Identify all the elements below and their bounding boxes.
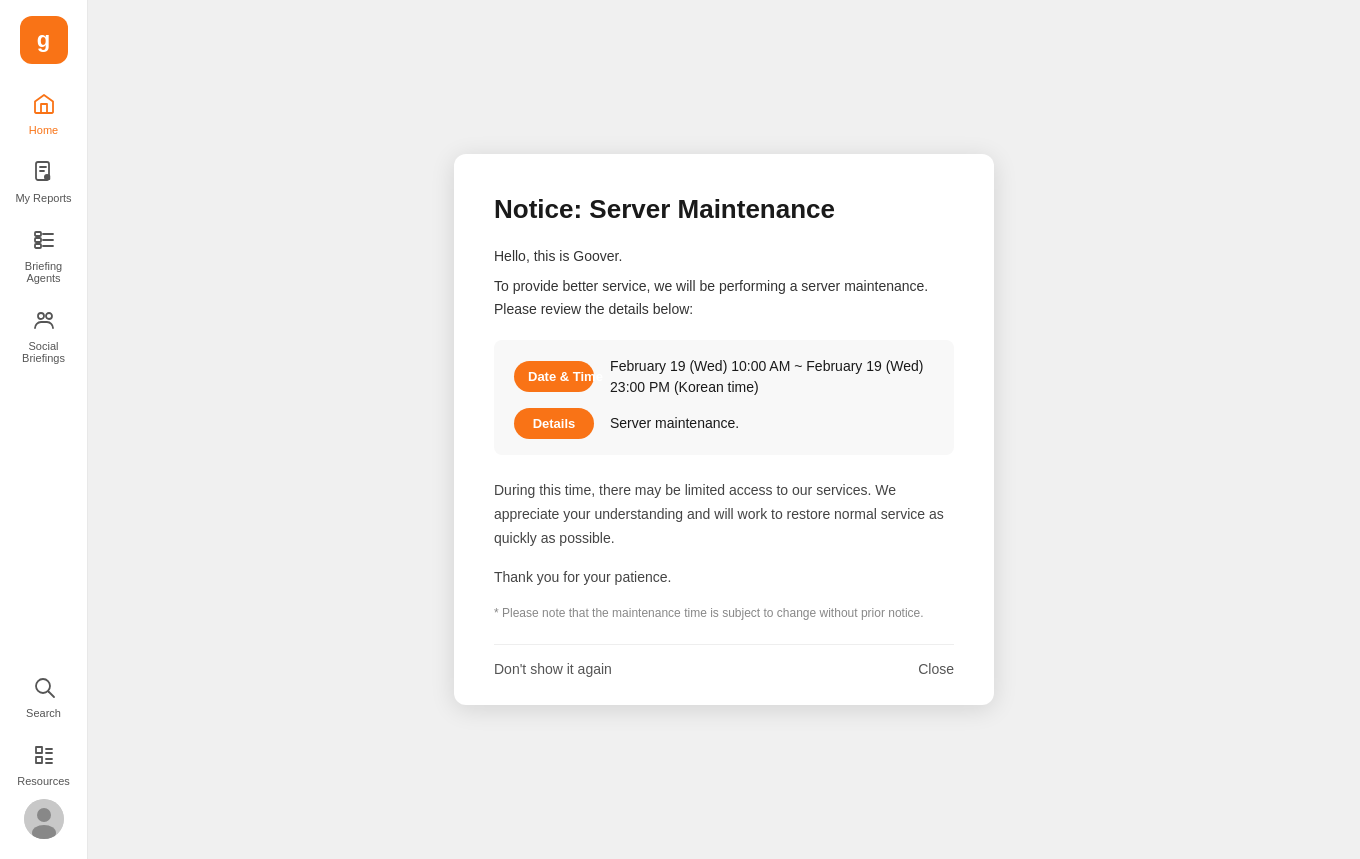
dont-show-button[interactable]: Don't show it again	[494, 661, 612, 677]
briefing-icon	[32, 228, 56, 256]
sidebar-item-label-search: Search	[26, 707, 61, 719]
main-content: Notice: Server Maintenance Hello, this i…	[88, 0, 1360, 859]
app-logo[interactable]: g	[20, 16, 68, 64]
social-icon	[32, 308, 56, 336]
sidebar: g Home AI My Reports	[0, 0, 88, 859]
details-value: Server maintenance.	[610, 413, 739, 434]
modal-body-text: During this time, there may be limited a…	[494, 479, 954, 550]
modal-title: Notice: Server Maintenance	[494, 194, 954, 225]
reports-icon: AI	[32, 160, 56, 188]
svg-text:AI: AI	[45, 175, 49, 180]
home-icon	[32, 92, 56, 120]
sidebar-item-label-home: Home	[29, 124, 58, 136]
modal-intro: Hello, this is Goover.	[494, 245, 954, 267]
sidebar-item-label-resources: Resources	[17, 775, 70, 787]
sidebar-item-label-reports: My Reports	[15, 192, 71, 204]
modal-overlay: Notice: Server Maintenance Hello, this i…	[88, 0, 1360, 859]
sidebar-item-search[interactable]: Search	[0, 663, 87, 731]
modal-footer: Don't show it again Close	[494, 644, 954, 677]
svg-rect-5	[35, 244, 41, 248]
sidebar-item-label-briefing: Briefing Agents	[8, 260, 79, 284]
details-badge: Details	[514, 408, 594, 439]
svg-rect-3	[35, 232, 41, 236]
avatar[interactable]	[24, 799, 64, 839]
sidebar-item-briefing-agents[interactable]: Briefing Agents	[0, 216, 87, 296]
svg-line-12	[48, 692, 54, 698]
sidebar-item-label-social: Social Briefings	[8, 340, 79, 364]
maintenance-modal: Notice: Server Maintenance Hello, this i…	[454, 154, 994, 705]
logo-letter: g	[37, 27, 50, 53]
svg-point-18	[37, 808, 51, 822]
modal-footnote: * Please note that the maintenance time …	[494, 606, 954, 620]
maintenance-info-box: Date & Time February 19 (Wed) 10:00 AM ~…	[494, 340, 954, 455]
modal-thanks-text: Thank you for your patience.	[494, 566, 954, 590]
date-badge: Date & Time	[514, 361, 594, 392]
sidebar-item-home[interactable]: Home	[0, 80, 87, 148]
close-button[interactable]: Close	[918, 661, 954, 677]
sidebar-item-my-reports[interactable]: AI My Reports	[0, 148, 87, 216]
resources-icon	[32, 743, 56, 771]
details-row: Details Server maintenance.	[514, 408, 934, 439]
svg-rect-4	[35, 238, 41, 242]
date-value: February 19 (Wed) 10:00 AM ~ February 19…	[610, 356, 934, 398]
modal-description: To provide better service, we will be pe…	[494, 275, 954, 320]
sidebar-item-resources[interactable]: Resources	[0, 731, 87, 799]
date-time-row: Date & Time February 19 (Wed) 10:00 AM ~…	[514, 356, 934, 398]
svg-point-10	[46, 313, 52, 319]
search-icon	[32, 675, 56, 703]
svg-point-9	[38, 313, 44, 319]
sidebar-item-social-briefings[interactable]: Social Briefings	[0, 296, 87, 376]
